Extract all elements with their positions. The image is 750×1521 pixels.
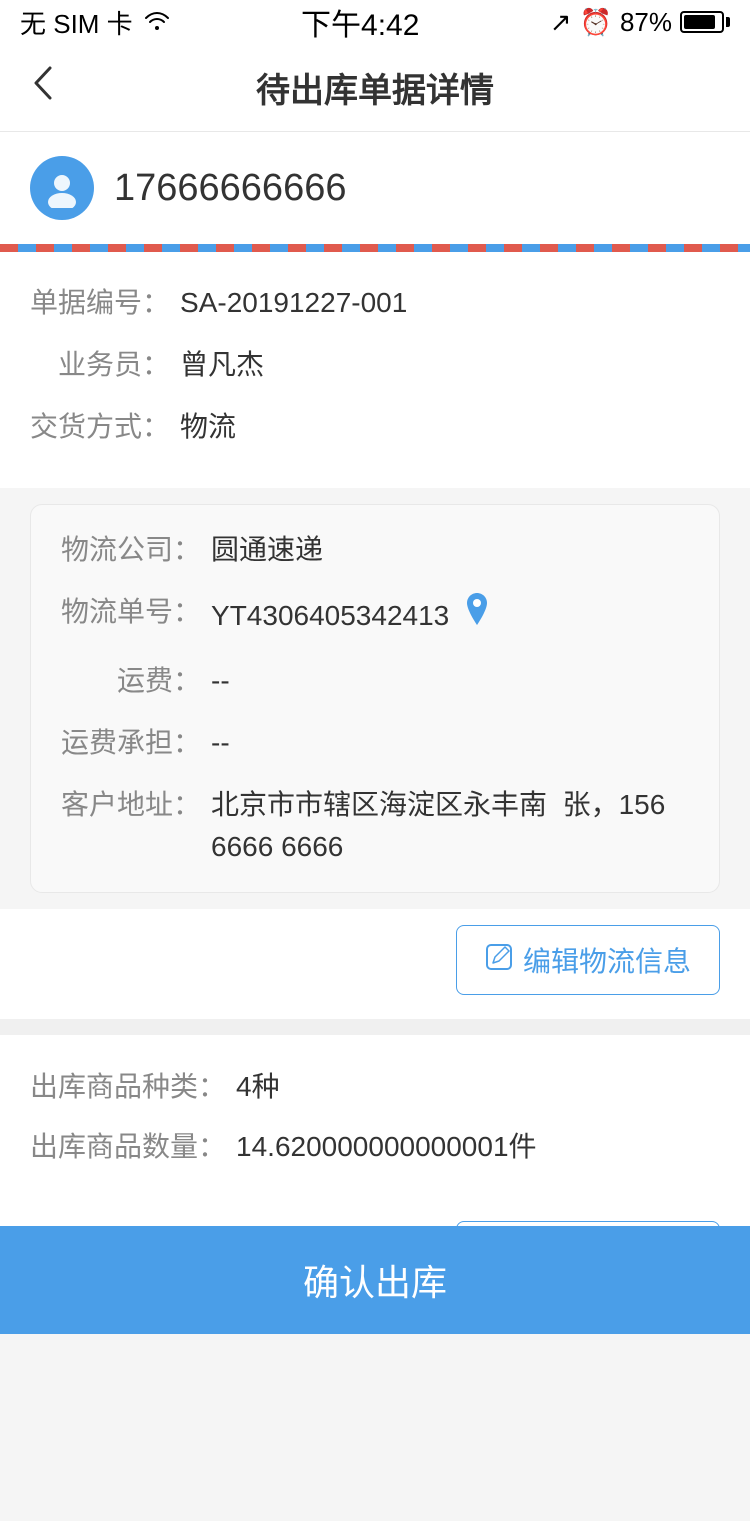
- delivery-method-row: 交货方式： 物流: [30, 406, 720, 448]
- tracking-no-text: YT43064053424​13: [211, 595, 449, 637]
- customer-header: 17666666666: [0, 132, 750, 244]
- logistics-company-value: 圆通速递: [211, 529, 689, 571]
- nav-bar: 待出库单据详情: [0, 44, 750, 132]
- order-no-value: SA-20191227-001: [180, 282, 720, 324]
- tracking-no-value-wrap: YT43064053424​13: [211, 591, 689, 640]
- battery-percent: 87%: [620, 7, 672, 38]
- sku-count-label: 出库商品种类：: [30, 1065, 226, 1105]
- address-label: 客户地址：: [61, 784, 201, 826]
- dashed-divider: [0, 244, 750, 252]
- delivery-method-label: 交货方式：: [30, 406, 170, 448]
- quantity-value: 14.620000000000001件: [236, 1125, 537, 1165]
- freight-row: 运费： --: [61, 660, 689, 702]
- freight-label: 运费：: [61, 660, 201, 702]
- confirm-button-wrap: 确认出库: [0, 1226, 750, 1334]
- logistics-company-row: 物流公司： 圆通速递: [61, 529, 689, 571]
- edit-logistics-button[interactable]: 编辑物流信息: [456, 925, 720, 995]
- sku-count-value: 4种: [236, 1065, 280, 1105]
- quantity-label: 出库商品数量：: [30, 1125, 226, 1165]
- salesman-row: 业务员： 曾凡杰: [30, 344, 720, 386]
- stock-info-section: 出库商品种类： 4种 出库商品数量： 14.620000000000001件: [0, 1035, 750, 1205]
- section-separator: [0, 1019, 750, 1035]
- confirm-outbound-button[interactable]: 确认出库: [0, 1254, 750, 1306]
- address-row: 客户地址： 北京市市辖区海淀区永丰南 张，156 6666 6666: [61, 784, 689, 868]
- status-bar: 无 SIM 卡 下午4:42 ↗ ⏰ 87%: [0, 0, 750, 44]
- sku-count-row: 出库商品种类： 4种: [30, 1065, 720, 1105]
- customer-phone: 17666666666: [114, 167, 346, 210]
- avatar: [30, 156, 94, 220]
- wifi-icon: [143, 7, 171, 38]
- freight-bear-value: --: [211, 722, 689, 764]
- salesman-label: 业务员：: [30, 344, 170, 386]
- status-right: ↗ ⏰ 87%: [550, 7, 730, 38]
- salesman-value: 曾凡杰: [180, 344, 720, 386]
- logistics-card: 物流公司： 圆通速递 物流单号： YT43064053424​13 运费： --…: [30, 504, 720, 893]
- logistics-company-label: 物流公司：: [61, 529, 201, 571]
- freight-bear-label: 运费承担：: [61, 722, 201, 764]
- edit-icon: [485, 943, 513, 978]
- location-icon: ↗: [550, 7, 572, 38]
- battery-icon: [680, 11, 730, 33]
- back-button[interactable]: [30, 64, 54, 111]
- delivery-method-value: 物流: [180, 406, 720, 448]
- tracking-no-row: 物流单号： YT43064053424​13: [61, 591, 689, 640]
- order-info-section: 单据编号： SA-20191227-001 业务员： 曾凡杰 交货方式： 物流: [0, 252, 750, 488]
- edit-logistics-label: 编辑物流信息: [523, 940, 691, 980]
- status-left: 无 SIM 卡: [20, 4, 171, 41]
- bottom-spacer: [0, 1321, 750, 1521]
- quantity-row: 出库商品数量： 14.620000000000001件: [30, 1125, 720, 1165]
- edit-logistics-section: 编辑物流信息: [0, 909, 750, 1019]
- page-title: 待出库单据详情: [256, 63, 494, 112]
- address-value: 北京市市辖区海淀区永丰南 张，156 6666 6666: [211, 784, 689, 868]
- tracking-no-label: 物流单号：: [61, 591, 201, 633]
- order-no-row: 单据编号： SA-20191227-001: [30, 282, 720, 324]
- time-display: 下午4:42: [301, 0, 419, 44]
- location-pin-icon[interactable]: [461, 591, 493, 640]
- freight-bear-row: 运费承担： --: [61, 722, 689, 764]
- alarm-icon: ⏰: [580, 7, 612, 38]
- order-no-label: 单据编号：: [30, 282, 170, 324]
- carrier-text: 无 SIM 卡: [20, 4, 133, 41]
- freight-value: --: [211, 660, 689, 702]
